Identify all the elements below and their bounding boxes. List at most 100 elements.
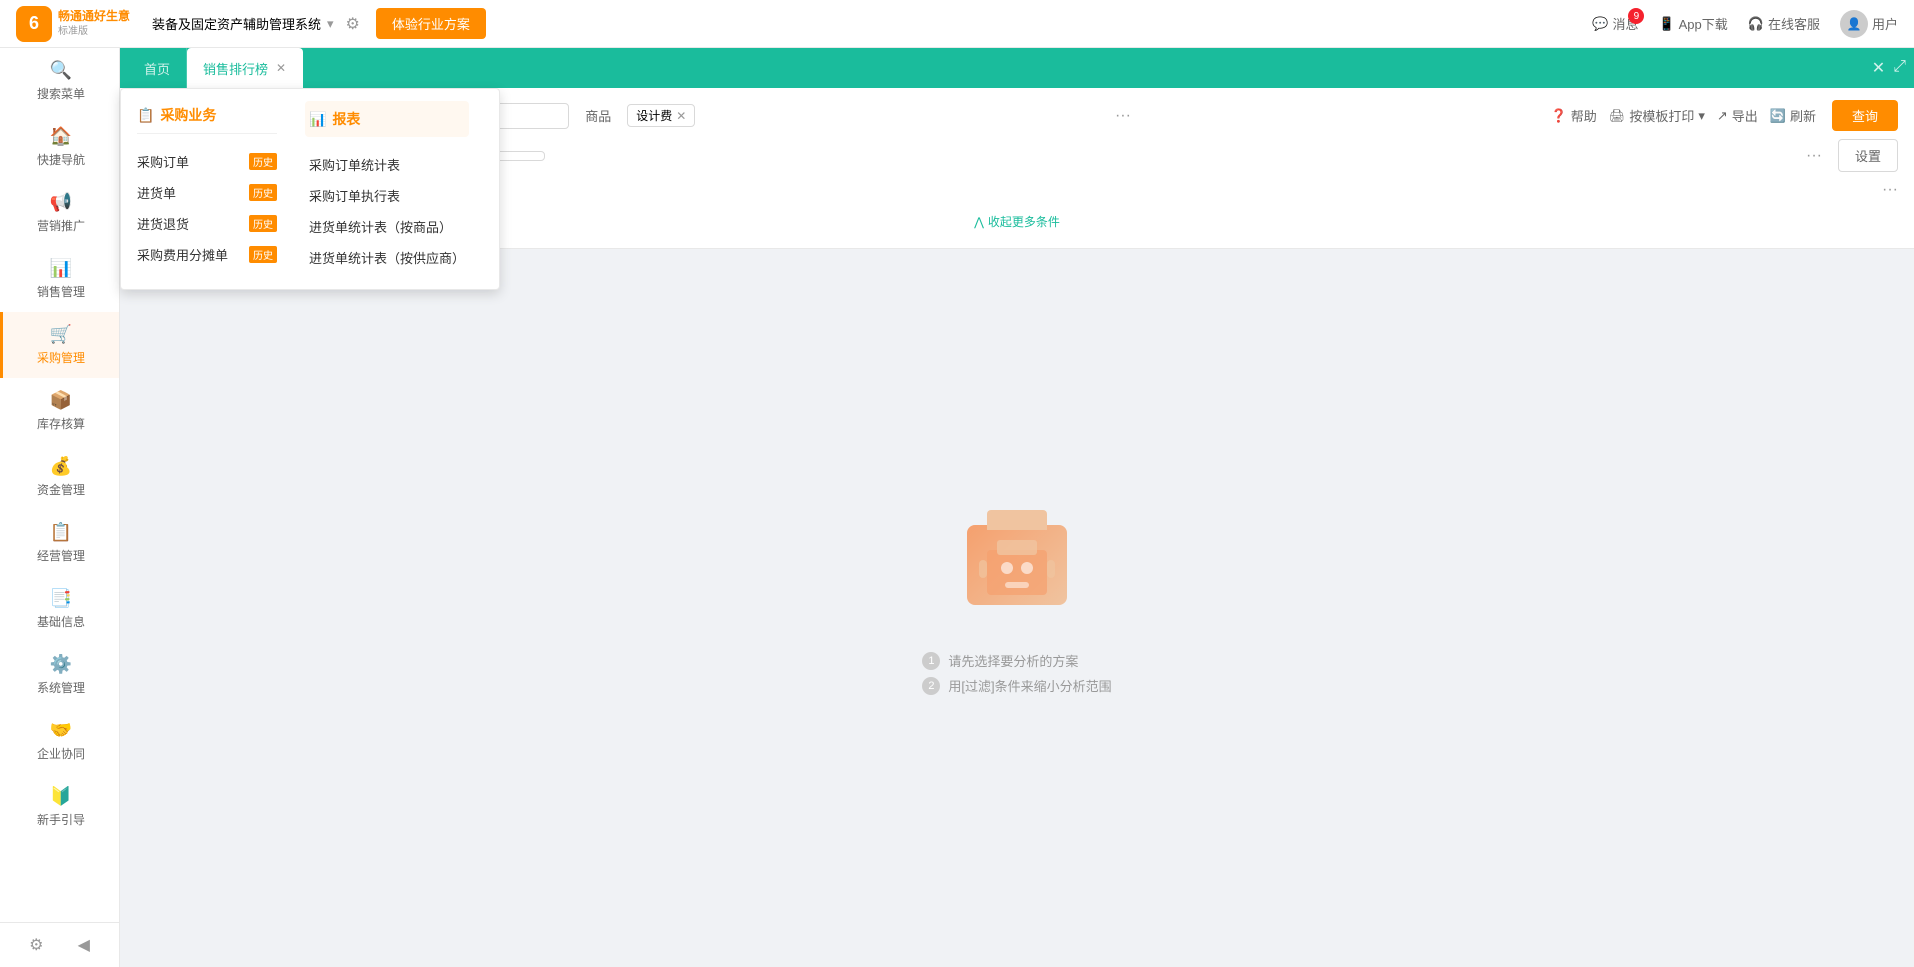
dropdown-item-receipt-goods[interactable]: 进货单统计表（按商品）: [309, 211, 465, 242]
settings-icon[interactable]: ⚙: [346, 14, 360, 34]
sales-icon: 📊: [50, 258, 72, 279]
home-icon: 🏠: [50, 126, 72, 147]
history-badge-3: 历史: [249, 246, 277, 263]
search-button[interactable]: 查询: [1832, 100, 1898, 131]
print-label: 按模板打印: [1629, 106, 1694, 125]
dropdown-item-po-exec[interactable]: 采购订单执行表: [309, 180, 465, 211]
system-name: 装备及固定资产辅助管理系统: [152, 14, 321, 33]
sidebar-item-finance[interactable]: 💰 资金管理: [0, 444, 119, 510]
hint-text-1: 请先选择要分析的方案: [948, 651, 1078, 670]
empty-hint-1: 1 请先选择要分析的方案: [922, 651, 1111, 670]
headset-icon: 🎧: [1748, 16, 1764, 32]
sidebar-item-enterprise[interactable]: 🤝 企业协同: [0, 708, 119, 774]
refresh-label: 刷新: [1790, 106, 1816, 125]
purchase-dropdown-menu: 📋 采购业务 采购订单 历史 进货单 历史 进货退货 历史 采购费用分摊单 历史…: [120, 88, 500, 290]
online-service-label: 在线客服: [1768, 14, 1820, 33]
tab-bar: 首页 销售排行榜 ✕ ✕ ⤢: [120, 48, 1914, 88]
tab-sales-ranking[interactable]: 销售排行榜 ✕: [187, 48, 303, 88]
goods-tag: 设计费 ✕: [627, 104, 695, 127]
notification-badge: 9: [1628, 8, 1644, 24]
sidebar-item-operations[interactable]: 📋 经营管理: [0, 510, 119, 576]
help-label: 帮助: [1571, 106, 1597, 125]
user-label: 用户: [1872, 14, 1898, 33]
po-stats-label: 采购订单统计表: [309, 155, 400, 174]
sidebar-label-purchase: 采购管理: [37, 349, 85, 366]
system-dropdown-icon[interactable]: ▾: [327, 16, 334, 32]
user-item[interactable]: 👤 用户: [1840, 10, 1898, 38]
tab-sales-ranking-label: 销售排行榜: [203, 59, 268, 78]
sidebar-label-basic-info: 基础信息: [37, 613, 85, 630]
search-icon: 🔍: [50, 60, 72, 81]
tab-expand-icon[interactable]: ⤢: [1893, 58, 1906, 78]
history-badge-0: 历史: [249, 153, 277, 170]
dropdown-item-receipt-supplier[interactable]: 进货单统计表（按供应商）: [309, 242, 465, 273]
collapse-label: 收起更多条件: [988, 213, 1060, 230]
salesperson-more-btn[interactable]: ···: [1806, 147, 1822, 165]
print-icon: 🖨: [1609, 108, 1626, 124]
beginner-icon: 🔰: [50, 786, 72, 807]
finance-icon: 💰: [50, 456, 72, 477]
sidebar-item-search[interactable]: 🔍 搜索菜单: [0, 48, 119, 114]
customer-more-btn[interactable]: ···: [1882, 181, 1898, 199]
tab-home[interactable]: 首页: [128, 48, 187, 88]
report-section: 📊 报表 采购订单统计表 采购订单执行表 进货单统计表（按商品） 进货单统计表（…: [309, 105, 465, 273]
collapse-icon[interactable]: ◀: [78, 935, 90, 955]
top-header: 6 畅通通好生意 标准版 装备及固定资产辅助管理系统 ▾ ⚙ 体验行业方案 💬 …: [0, 0, 1914, 48]
logo-text: 畅通通好生意 标准版: [58, 9, 130, 38]
export-btn[interactable]: ↗ 导出: [1717, 106, 1758, 125]
empty-hint-2: 2 用[过滤]条件来缩小分析范围: [922, 676, 1111, 695]
goods-more-btn[interactable]: ···: [1115, 107, 1131, 125]
setting-button[interactable]: 设置: [1838, 139, 1898, 172]
sidebar-item-purchase[interactable]: 🛒 采购管理: [0, 312, 119, 378]
tab-close-all-icon[interactable]: ✕: [1872, 58, 1885, 78]
marketing-icon: 📢: [50, 192, 72, 213]
print-btn[interactable]: 🖨 按模板打印 ▾: [1609, 106, 1705, 125]
notification-item[interactable]: 💬 消息 9: [1592, 14, 1638, 33]
goods-tag-value: 设计费: [636, 107, 672, 124]
report-section-icon: 📊: [309, 111, 326, 128]
sidebar-item-sales[interactable]: 📊 销售管理: [0, 246, 119, 312]
sidebar-item-beginner[interactable]: 🔰 新手引导: [0, 774, 119, 840]
sidebar-label-finance: 资金管理: [37, 481, 85, 498]
dropdown-item-expense-split[interactable]: 采购费用分摊单 历史: [137, 239, 277, 270]
dropdown-item-goods-return[interactable]: 进货退货 历史: [137, 208, 277, 239]
report-section-title: 📊 报表: [305, 101, 469, 137]
tab-close-icon[interactable]: ✕: [276, 61, 286, 75]
inventory-icon: 📦: [50, 390, 72, 411]
dropdown-item-po-stats[interactable]: 采购订单统计表: [309, 149, 465, 180]
sidebar-label-inventory: 库存核算: [37, 415, 85, 432]
trial-button[interactable]: 体验行业方案: [376, 8, 486, 39]
logo-icon: 6: [16, 6, 52, 42]
sidebar-item-marketing[interactable]: 📢 营销推广: [0, 180, 119, 246]
refresh-icon: 🔄: [1770, 108, 1786, 124]
logo-line1: 畅通通好生意: [58, 9, 130, 25]
refresh-btn[interactable]: 🔄 刷新: [1770, 106, 1816, 125]
dropdown-item-goods-receipt[interactable]: 进货单 历史: [137, 177, 277, 208]
online-service-item[interactable]: 🎧 在线客服: [1748, 14, 1820, 33]
sidebar-label-nav: 快捷导航: [37, 151, 85, 168]
po-exec-label: 采购订单执行表: [309, 186, 400, 205]
goods-tag-close[interactable]: ✕: [676, 109, 686, 123]
purchase-order-label: 采购订单: [137, 152, 189, 171]
dropdown-item-purchase-order[interactable]: 采购订单 历史: [137, 146, 277, 177]
logo-line2: 标准版: [58, 25, 130, 38]
sidebar-item-basic-info[interactable]: 📑 基础信息: [0, 576, 119, 642]
sidebar-label-marketing: 营销推广: [37, 217, 85, 234]
sidebar-label-enterprise: 企业协同: [37, 745, 85, 762]
sidebar-item-inventory[interactable]: 📦 库存核算: [0, 378, 119, 444]
purchase-section-icon: 📋: [137, 107, 154, 124]
empty-state: 1 请先选择要分析的方案 2 用[过滤]条件来缩小分析范围: [120, 249, 1914, 967]
print-dropdown-icon: ▾: [1698, 108, 1705, 124]
app-download-item[interactable]: 📱 App下载: [1658, 14, 1727, 33]
sidebar-label-system: 系统管理: [37, 679, 85, 696]
operations-icon: 📋: [50, 522, 72, 543]
help-btn[interactable]: ❓ 帮助: [1551, 106, 1597, 125]
settings-bottom-icon[interactable]: ⚙: [29, 935, 43, 955]
expense-split-label: 采购费用分摊单: [137, 245, 228, 264]
sidebar-item-nav[interactable]: 🏠 快捷导航: [0, 114, 119, 180]
sidebar-item-system[interactable]: ⚙️ 系统管理: [0, 642, 119, 708]
sidebar-label-operations: 经营管理: [37, 547, 85, 564]
purchase-icon: 🛒: [50, 324, 72, 345]
sidebar-label-beginner: 新手引导: [37, 811, 85, 828]
logo-area: 6 畅通通好生意 标准版: [16, 6, 136, 42]
